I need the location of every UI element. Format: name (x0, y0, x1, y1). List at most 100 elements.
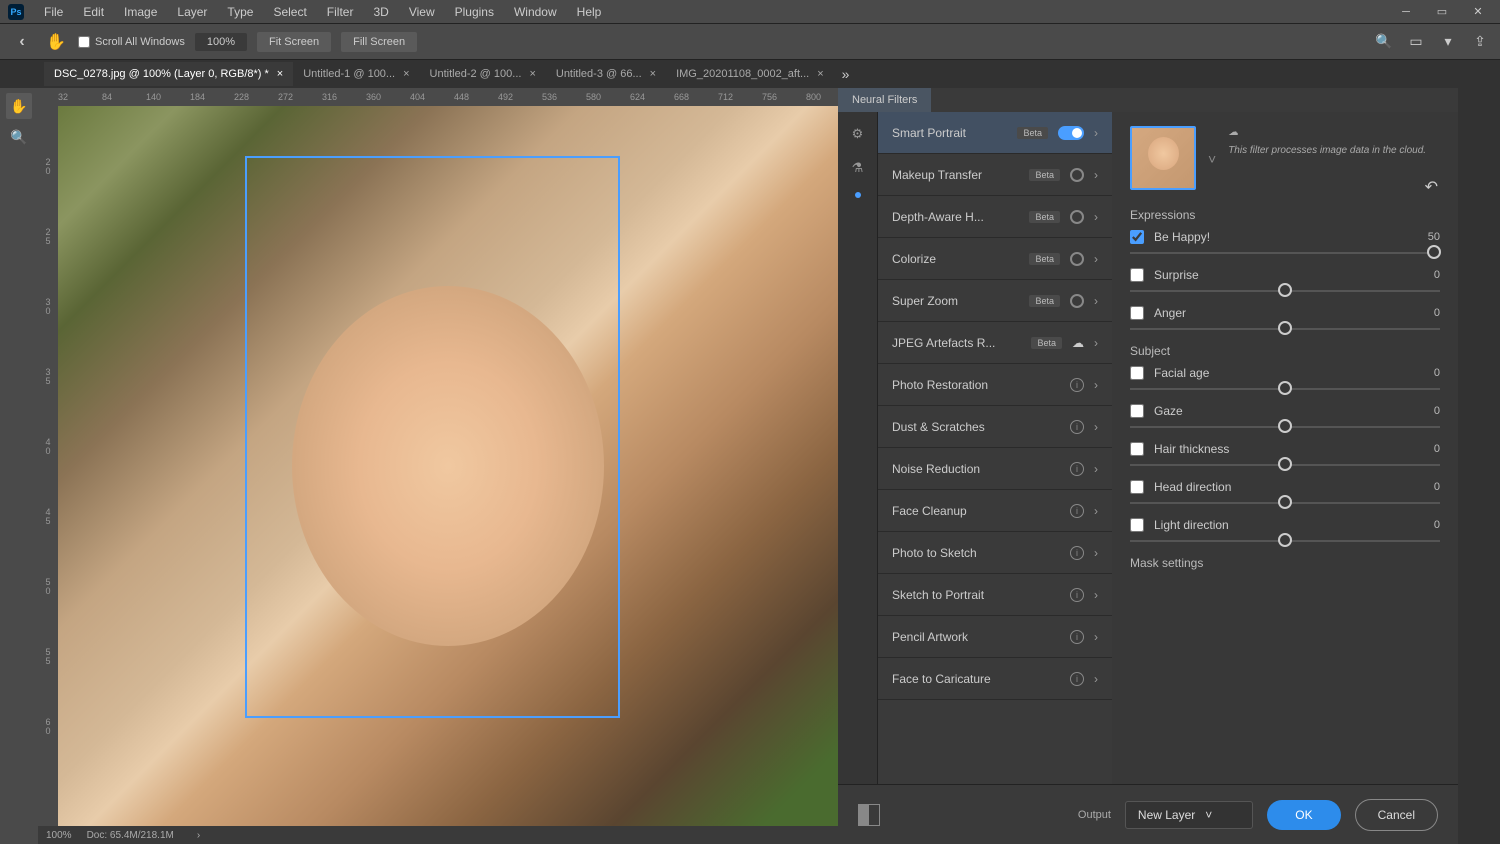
filter-face-cleanup[interactable]: Face Cleanupi› (878, 490, 1112, 532)
slider-track[interactable] (1130, 540, 1440, 542)
slider-checkbox[interactable] (1130, 518, 1144, 532)
output-select[interactable]: New Layer ˅ (1125, 801, 1253, 829)
slider-thumb[interactable] (1278, 283, 1292, 297)
share-icon[interactable]: ⇪ (1470, 32, 1490, 52)
slider-track[interactable] (1130, 328, 1440, 330)
filter-makeup-transfer[interactable]: Makeup TransferBeta› (878, 154, 1112, 196)
filter-jpeg-artefacts-r-[interactable]: JPEG Artefacts R...Beta☁› (878, 322, 1112, 364)
chevron-down-icon[interactable]: ▾ (1438, 32, 1458, 52)
filter-photo-to-sketch[interactable]: Photo to Sketchi› (878, 532, 1112, 574)
menu-type[interactable]: Type (217, 1, 263, 23)
filter-colorize[interactable]: ColorizeBeta› (878, 238, 1112, 280)
document-tab[interactable]: Untitled-3 @ 66...× (546, 62, 666, 86)
menu-window[interactable]: Window (504, 1, 567, 23)
featured-filters-icon[interactable]: ⚙ (848, 124, 868, 144)
tab-close-icon[interactable]: × (529, 68, 535, 80)
slider-thumb[interactable] (1278, 533, 1292, 547)
more-tabs-button[interactable]: » (834, 62, 858, 86)
menu-3d[interactable]: 3D (363, 1, 398, 23)
slider-checkbox[interactable] (1130, 366, 1144, 380)
info-icon[interactable]: i (1070, 630, 1084, 644)
back-button[interactable]: ‹ (10, 30, 34, 54)
face-thumbnail[interactable] (1130, 126, 1196, 190)
menu-file[interactable]: File (34, 1, 73, 23)
tab-close-icon[interactable]: × (817, 68, 823, 80)
tab-close-icon[interactable]: × (277, 68, 283, 80)
zoom-tool-icon[interactable]: 🔍 (6, 124, 32, 150)
filter-pencil-artwork[interactable]: Pencil Artworki› (878, 616, 1112, 658)
filter-toggle[interactable] (1070, 252, 1084, 266)
filter-photo-restoration[interactable]: Photo Restorationi› (878, 364, 1112, 406)
filter-super-zoom[interactable]: Super ZoomBeta› (878, 280, 1112, 322)
ok-button[interactable]: OK (1267, 800, 1340, 830)
search-icon[interactable]: 🔍 (1374, 32, 1394, 52)
slider-thumb[interactable] (1278, 495, 1292, 509)
info-icon[interactable]: i (1070, 504, 1084, 518)
menu-plugins[interactable]: Plugins (445, 1, 504, 23)
menu-layer[interactable]: Layer (167, 1, 217, 23)
slider-checkbox[interactable] (1130, 480, 1144, 494)
filter-toggle[interactable] (1070, 168, 1084, 182)
slider-track[interactable] (1130, 426, 1440, 428)
filter-dust-scratches[interactable]: Dust & Scratchesi› (878, 406, 1112, 448)
cancel-button[interactable]: Cancel (1355, 799, 1438, 831)
slider-thumb[interactable] (1278, 381, 1292, 395)
document-tab[interactable]: DSC_0278.jpg @ 100% (Layer 0, RGB/8*) *× (44, 62, 293, 86)
fit-screen-button[interactable]: Fit Screen (257, 32, 331, 52)
statusbar-chevron-icon[interactable]: › (197, 830, 200, 841)
filter-toggle[interactable] (1058, 126, 1084, 140)
slider-checkbox[interactable] (1130, 306, 1144, 320)
close-button[interactable]: ✕ (1464, 3, 1492, 21)
info-icon[interactable]: i (1070, 546, 1084, 560)
slider-checkbox[interactable] (1130, 268, 1144, 282)
document-tab[interactable]: IMG_20201108_0002_aft...× (666, 62, 834, 86)
info-icon[interactable]: i (1070, 462, 1084, 476)
maximize-button[interactable]: ▭ (1428, 3, 1456, 21)
filter-smart-portrait[interactable]: Smart PortraitBeta› (878, 112, 1112, 154)
filter-noise-reduction[interactable]: Noise Reductioni› (878, 448, 1112, 490)
beta-filters-icon[interactable]: ⚗ (848, 158, 868, 178)
document-tab[interactable]: Untitled-1 @ 100...× (293, 62, 419, 86)
filter-toggle[interactable] (1070, 294, 1084, 308)
reset-icon[interactable]: ↶ (1425, 177, 1438, 197)
slider-track[interactable] (1130, 502, 1440, 504)
slider-track[interactable] (1130, 464, 1440, 466)
menu-image[interactable]: Image (114, 1, 167, 23)
info-icon[interactable]: i (1070, 378, 1084, 392)
slider-track[interactable] (1130, 388, 1440, 390)
menu-select[interactable]: Select (263, 1, 316, 23)
hand-tool-icon[interactable]: ✋ (44, 30, 68, 54)
slider-checkbox[interactable] (1130, 230, 1144, 244)
slider-track[interactable] (1130, 290, 1440, 292)
filter-sketch-to-portrait[interactable]: Sketch to Portraiti› (878, 574, 1112, 616)
slider-thumb[interactable] (1278, 457, 1292, 471)
slider-checkbox[interactable] (1130, 404, 1144, 418)
slider-checkbox[interactable] (1130, 442, 1144, 456)
menu-filter[interactable]: Filter (317, 1, 364, 23)
workspace-icon[interactable]: ▭ (1406, 32, 1426, 52)
tab-close-icon[interactable]: × (650, 68, 656, 80)
menu-view[interactable]: View (399, 1, 445, 23)
slider-thumb[interactable] (1427, 245, 1441, 259)
filter-toggle[interactable] (1070, 210, 1084, 224)
zoom-level[interactable]: 100% (195, 33, 247, 51)
minimize-button[interactable]: ─ (1392, 3, 1420, 21)
info-icon[interactable]: i (1070, 420, 1084, 434)
fill-screen-button[interactable]: Fill Screen (341, 32, 417, 52)
tab-close-icon[interactable]: × (403, 68, 409, 80)
menu-edit[interactable]: Edit (73, 1, 114, 23)
filter-face-to-caricature[interactable]: Face to Caricaturei› (878, 658, 1112, 700)
face-dropdown-icon[interactable]: ˅ (1208, 151, 1216, 167)
slider-track[interactable] (1130, 252, 1440, 254)
slider-thumb[interactable] (1278, 419, 1292, 433)
canvas[interactable] (58, 106, 838, 826)
slider-thumb[interactable] (1278, 321, 1292, 335)
scroll-all-windows-checkbox[interactable]: Scroll All Windows (78, 36, 185, 48)
info-icon[interactable]: i (1070, 672, 1084, 686)
filter-depth-aware-h-[interactable]: Depth-Aware H...Beta› (878, 196, 1112, 238)
info-icon[interactable]: i (1070, 588, 1084, 602)
document-tab[interactable]: Untitled-2 @ 100...× (420, 62, 546, 86)
menu-help[interactable]: Help (567, 1, 612, 23)
layer-mask-icon[interactable] (858, 804, 880, 826)
download-icon[interactable]: ☁ (1072, 336, 1084, 350)
